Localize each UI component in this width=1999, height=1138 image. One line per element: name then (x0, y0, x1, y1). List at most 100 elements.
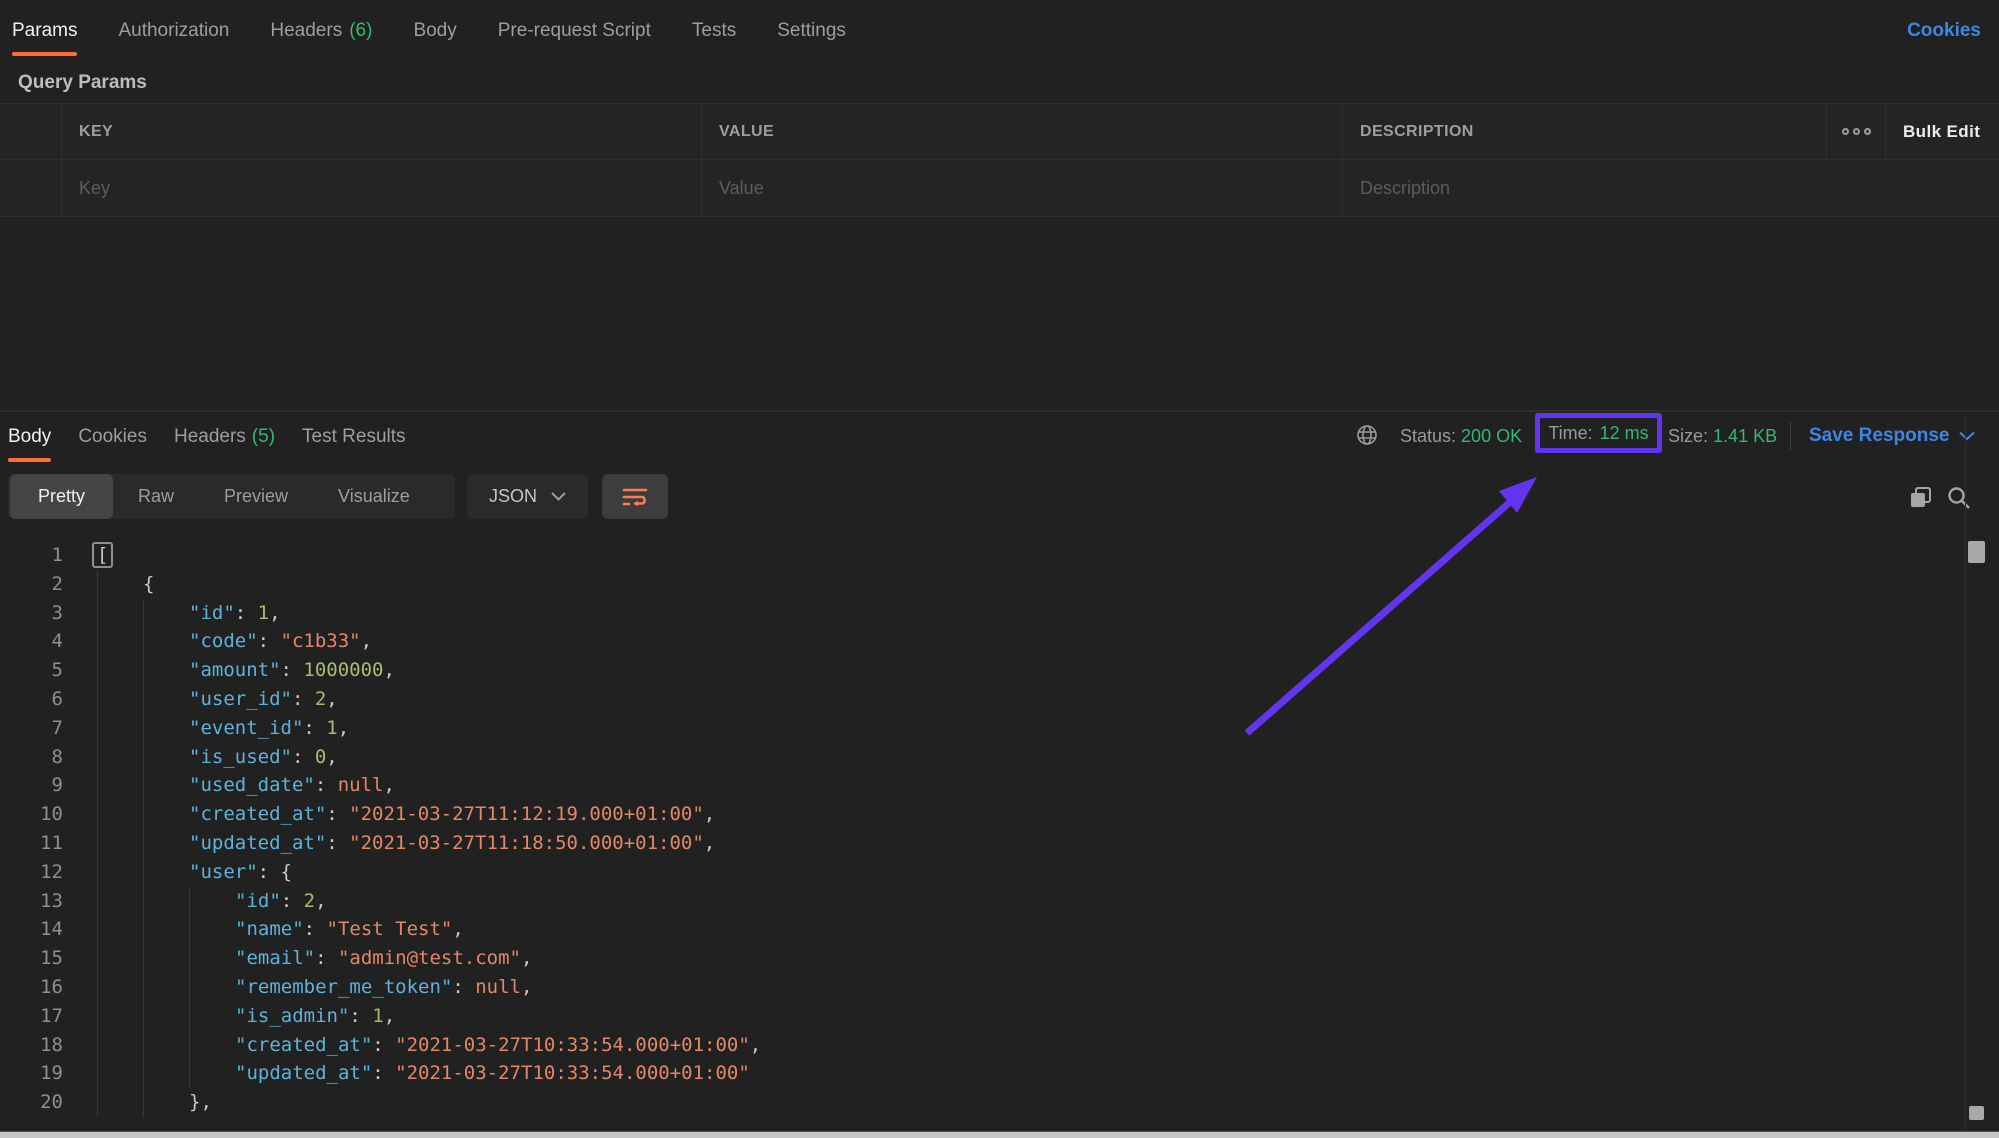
tab-headers[interactable]: Headers(6) (270, 0, 372, 62)
line-number: 14 (0, 915, 75, 944)
indent-guide (97, 599, 98, 628)
code-line: 5"amount": 1000000, (0, 656, 1960, 685)
token-key: "updated_at" (235, 1062, 372, 1084)
code-content: [ (75, 541, 1960, 570)
token-key: "remember_me_token" (235, 976, 452, 998)
token-key: "amount" (189, 659, 281, 681)
response-tab-headers[interactable]: Headers(5) (174, 412, 275, 462)
status-label: Status: (1400, 426, 1456, 446)
token-key: "name" (235, 918, 304, 940)
token-p: : (281, 659, 304, 681)
code-line: 7"event_id": 1, (0, 714, 1960, 743)
token-p: , (361, 630, 372, 652)
tab-body[interactable]: Body (413, 0, 456, 62)
token-p: , (750, 1034, 761, 1056)
search-response-button[interactable] (1946, 485, 1972, 511)
indent-guide (97, 1059, 98, 1088)
copy-icon (1908, 485, 1934, 511)
line-number: 19 (0, 1059, 75, 1088)
response-tab-test-results[interactable]: Test Results (302, 412, 405, 462)
token-str: "2021-03-27T11:18:50.000+01:00" (349, 832, 704, 854)
code-content: "id": 1, (75, 599, 1960, 628)
wrap-lines-button[interactable] (602, 474, 668, 519)
line-number: 13 (0, 887, 75, 916)
view-mode-visualize[interactable]: Visualize (313, 474, 435, 519)
code-line: 9"used_date": null, (0, 771, 1960, 800)
code-content: "id": 2, (75, 887, 1960, 916)
time-label: Time: (1548, 423, 1592, 444)
tab-params[interactable]: Params (12, 0, 77, 62)
code-line: 3"id": 1, (0, 599, 1960, 628)
vertical-scrollbar-thumb[interactable] (1968, 541, 1985, 563)
view-mode-pretty[interactable]: Pretty (10, 474, 113, 519)
line-number: 9 (0, 771, 75, 800)
tab-label: Settings (777, 20, 846, 42)
indent-guide (189, 1031, 190, 1060)
indent-guide (189, 1002, 190, 1031)
view-mode-preview[interactable]: Preview (199, 474, 313, 519)
line-number: 3 (0, 599, 75, 628)
token-key: "id" (189, 602, 235, 624)
token-num: 1000000 (303, 659, 383, 681)
line-number: 10 (0, 800, 75, 829)
tab-pre-request-script[interactable]: Pre-request Script (498, 0, 651, 62)
size-value: 1.41 KB (1713, 426, 1777, 446)
indent-guide (97, 714, 98, 743)
indent-guide (97, 1031, 98, 1060)
chevron-down-icon (1959, 431, 1975, 441)
line-number: 6 (0, 685, 75, 714)
params-more-options-button[interactable] (1826, 104, 1885, 159)
token-p: : { (258, 861, 292, 883)
response-body-code-editor[interactable]: 1[2{3"id": 1,4"code": "c1b33",5"amount":… (0, 541, 1960, 1117)
token-key: "id" (235, 890, 281, 912)
vertical-scrollbar-thumb-end[interactable] (1969, 1106, 1984, 1120)
code-line: 10"created_at": "2021-03-27T11:12:19.000… (0, 800, 1960, 829)
indent-guide (143, 627, 144, 656)
token-key: "is_admin" (235, 1005, 349, 1027)
indent-guide (143, 714, 144, 743)
indent-guide (97, 973, 98, 1002)
token-key: "used_date" (189, 774, 315, 796)
token-null: null (338, 774, 384, 796)
response-tab-cookies[interactable]: Cookies (78, 412, 147, 462)
line-number: 8 (0, 743, 75, 772)
token-str: "2021-03-27T11:12:19.000+01:00" (349, 803, 704, 825)
language-select[interactable]: JSON (467, 474, 588, 519)
code-line: 12"user": { (0, 858, 1960, 887)
vertical-scrollbar-track (1965, 414, 1966, 1131)
copy-response-button[interactable] (1908, 485, 1934, 511)
tab-settings[interactable]: Settings (777, 0, 846, 62)
bulk-edit-button[interactable]: Bulk Edit (1885, 104, 1999, 159)
token-key: "created_at" (235, 1034, 372, 1056)
chevron-down-icon (551, 492, 566, 501)
tab-tests[interactable]: Tests (692, 0, 736, 62)
tab-label: Test Results (302, 426, 405, 448)
key-input[interactable] (79, 178, 701, 199)
horizontal-scrollbar[interactable] (0, 1131, 1999, 1138)
tab-label: Body (413, 20, 456, 42)
description-input[interactable] (1360, 178, 1999, 199)
response-tab-body[interactable]: Body (8, 412, 51, 462)
token-p: , (452, 918, 463, 940)
postman-dark-ui: { "request_tabs": { "tabs": [ { "label":… (0, 0, 1999, 1138)
code-content: "name": "Test Test", (75, 915, 1960, 944)
token-null: null (475, 976, 521, 998)
indent-guide (143, 1088, 144, 1117)
line-number: 18 (0, 1031, 75, 1060)
tab-authorization[interactable]: Authorization (118, 0, 229, 62)
size-label: Size: (1668, 426, 1708, 446)
indent-guide (189, 887, 190, 916)
save-response-button[interactable]: Save Response (1809, 425, 1975, 447)
network-globe-icon[interactable] (1355, 423, 1379, 445)
response-tab-bar: Body Cookies Headers(5) Test Results (0, 412, 406, 462)
token-p: : (304, 918, 327, 940)
view-mode-raw[interactable]: Raw (113, 474, 199, 519)
indent-guide (143, 1002, 144, 1031)
token-p: : (303, 717, 326, 739)
indent-guide (143, 743, 144, 772)
indent-guide (97, 1002, 98, 1031)
value-input[interactable] (719, 178, 1342, 199)
token-key: "user_id" (189, 688, 292, 710)
cookies-link[interactable]: Cookies (1907, 0, 1981, 62)
token-str: "2021-03-27T10:33:54.000+01:00" (395, 1034, 750, 1056)
